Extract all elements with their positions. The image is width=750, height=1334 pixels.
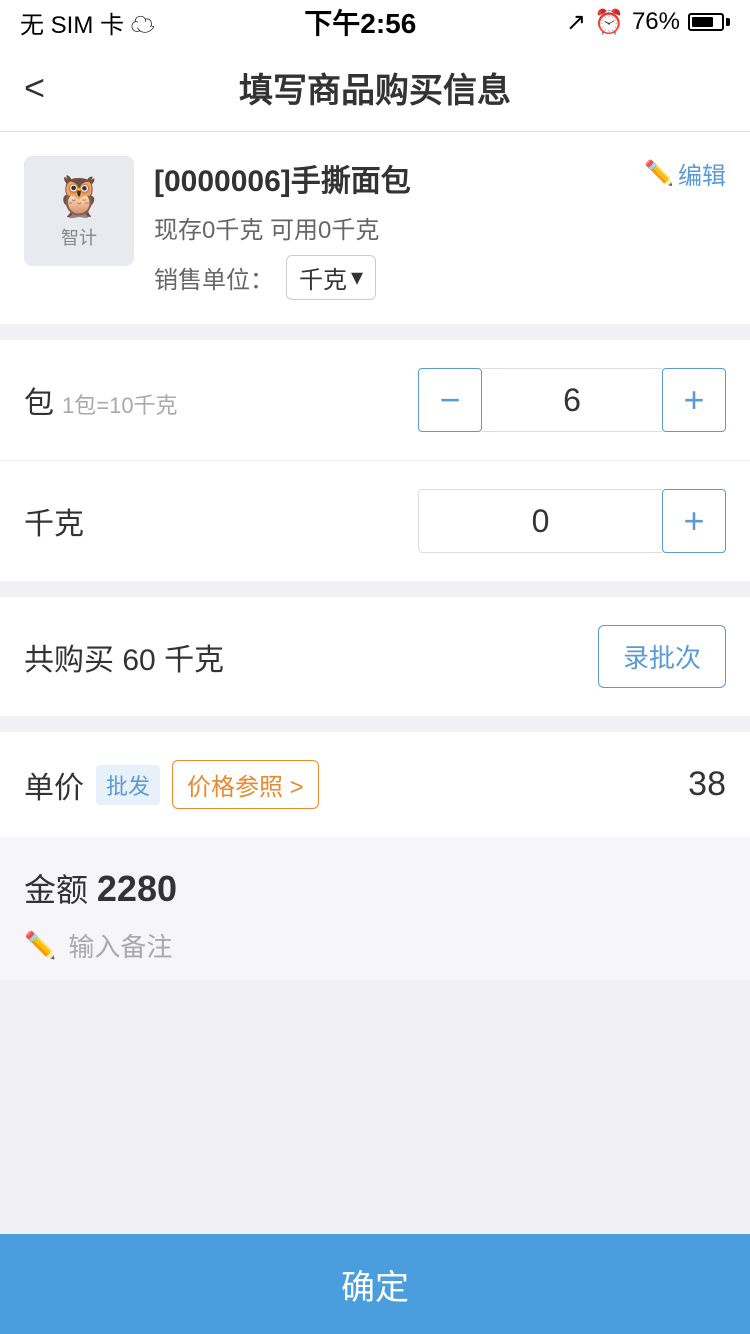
price-row: 单价 批发 价格参照 > 38	[24, 760, 726, 809]
total-amount-value: 60	[122, 644, 155, 677]
remark-row[interactable]: ✏️ 输入备注	[24, 927, 726, 964]
status-right: ↗ ⏰ 76%	[566, 8, 730, 37]
battery-icon	[688, 13, 730, 31]
remark-placeholder: 输入备注	[68, 927, 172, 964]
product-section: 🦉 智计 [0000006]手撕面包 现存0千克 可用0千克 销售单位： 千克 …	[0, 132, 750, 324]
total-section: 共购买 60 千克 录批次	[0, 597, 750, 716]
qty-row-kg: 千克 +	[0, 461, 750, 581]
qty-input-kg[interactable]	[418, 489, 662, 553]
dropdown-chevron: ▾	[351, 263, 363, 292]
unit-value: 千克	[299, 260, 347, 295]
total-unit: 千克	[164, 644, 224, 677]
price-section: 单价 批发 价格参照 > 38	[0, 732, 750, 837]
qty-row-bao: 包1包=10千克 − +	[0, 340, 750, 461]
amount-section: 金额 2280 ✏️ 输入备注	[0, 837, 750, 980]
page-title: 填写商品购买信息	[239, 63, 511, 112]
status-bar: 无 SIM 卡 ☁ 下午2:56 ↗ ⏰ 76%	[0, 0, 750, 44]
qty-controls-bao: − +	[418, 368, 726, 432]
pencil-icon: ✏️	[24, 930, 56, 961]
edit-icon: ✏️	[644, 159, 674, 188]
edit-label: 编辑	[678, 156, 726, 191]
price-value: 38	[688, 765, 726, 804]
status-time: 下午2:56	[304, 2, 416, 42]
price-label: 单价	[24, 763, 84, 807]
alarm-icon: ⏰	[594, 8, 624, 37]
product-unit-row: 销售单位： 千克 ▾	[154, 255, 726, 300]
product-info: [0000006]手撕面包 现存0千克 可用0千克 销售单位： 千克 ▾	[154, 156, 726, 300]
product-stock: 现存0千克 可用0千克	[154, 210, 726, 245]
back-button[interactable]: <	[24, 67, 45, 109]
gps-icon: ↗	[566, 8, 586, 37]
sim-label: 无 SIM 卡 ☁	[20, 5, 155, 40]
qty-minus-bao[interactable]: −	[418, 368, 482, 432]
price-type-tag: 批发	[96, 765, 160, 805]
qty-plus-bao[interactable]: +	[662, 368, 726, 432]
unit-label: 销售单位：	[154, 260, 274, 295]
qty-sublabel-bao: 1包=10千克	[62, 393, 178, 418]
nav-bar: < 填写商品购买信息	[0, 44, 750, 132]
qty-plus-kg[interactable]: +	[662, 489, 726, 553]
quantity-section: 包1包=10千克 − + 千克 +	[0, 340, 750, 581]
qty-label-kg: 千克	[24, 499, 418, 543]
total-label: 共购买 60 千克	[24, 635, 224, 679]
qty-label-bao: 包1包=10千克	[24, 378, 418, 422]
product-thumbnail: 🦉 智计	[24, 156, 134, 266]
confirm-button[interactable]: 确定	[0, 1234, 750, 1334]
status-left: 无 SIM 卡 ☁	[20, 5, 155, 40]
edit-button[interactable]: ✏️ 编辑	[644, 156, 726, 191]
battery-label: 76%	[632, 8, 680, 36]
price-ref-button[interactable]: 价格参照 >	[172, 760, 319, 809]
brand-label: 智计	[61, 224, 97, 250]
amount-label: 金额	[24, 872, 88, 908]
record-batch-button[interactable]: 录批次	[598, 625, 726, 688]
amount-value: 2280	[97, 868, 177, 909]
owl-icon: 🦉	[54, 173, 104, 220]
product-name: [0000006]手撕面包	[154, 156, 726, 200]
qty-controls-kg: +	[418, 489, 726, 553]
amount-row: 金额 2280	[24, 865, 726, 911]
unit-dropdown[interactable]: 千克 ▾	[286, 255, 376, 300]
qty-input-bao[interactable]	[482, 368, 662, 432]
